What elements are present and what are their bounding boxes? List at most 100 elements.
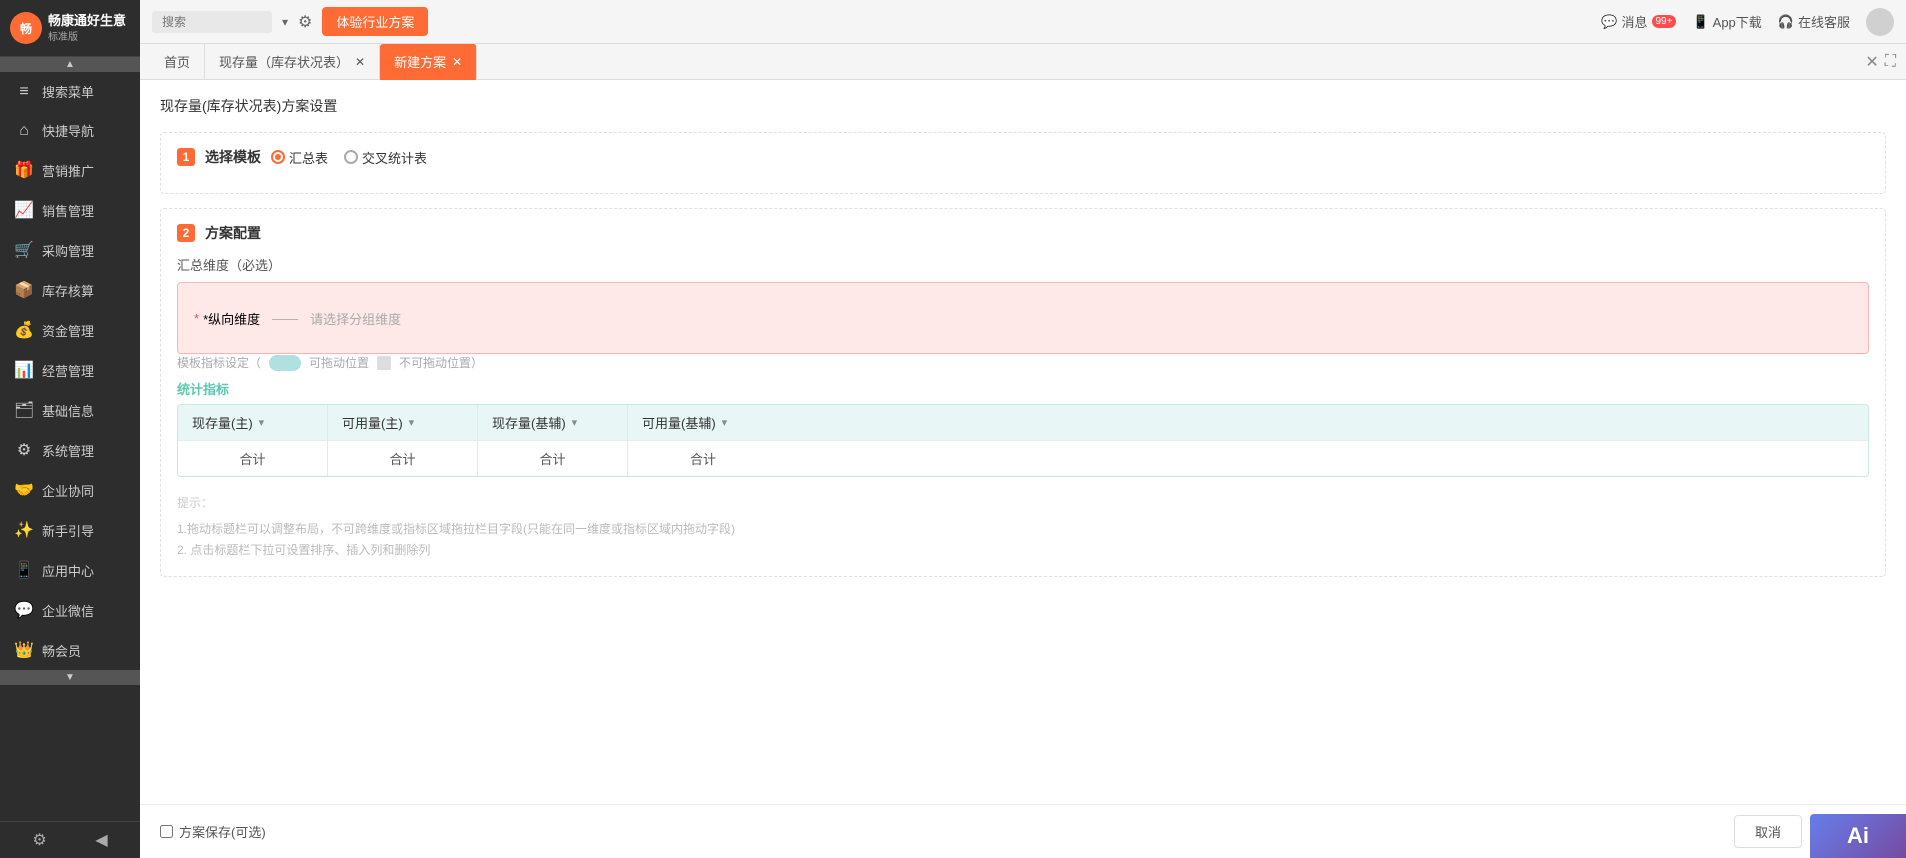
indicator-settings: 模板指标设定（ 可拖动位置 不可拖动位置） [177,354,1869,371]
sidebar-item-system[interactable]: ⚙ 系统管理 [0,430,140,470]
dropdown-button[interactable]: ▾ [282,15,288,29]
settings-button[interactable]: ⚙ [32,830,46,850]
sidebar-item-label: 基础信息 [42,401,94,420]
save-checkbox-input[interactable] [160,825,173,838]
radio-cross-dot [344,150,358,164]
tab-new-scheme[interactable]: 新建方案 ✕ [380,44,477,80]
sidebar-item-quick-nav[interactable]: ⌂ 快捷导航 [0,111,140,150]
sidebar-item-sales[interactable]: 📈 销售管理 [0,190,140,230]
sidebar-item-new-guide[interactable]: ✨ 新手引导 [0,510,140,550]
base-info-icon: 🗂 [14,400,34,420]
sidebar-item-members[interactable]: 👑 畅会员 [0,630,140,670]
dimension-box[interactable]: * *纵向维度 —— 请选择分组维度 [177,282,1869,354]
inventory-icon: 📦 [14,280,34,300]
step1-badge: 1 [177,148,195,166]
col-0-dropdown[interactable]: ▾ [259,416,265,429]
app-download-item[interactable]: 📱 App下载 [1692,12,1761,31]
sidebar-item-purchase[interactable]: 🛒 采购管理 [0,230,140,270]
collapse-button[interactable]: ◀ [95,830,107,850]
sidebar-item-cooperation[interactable]: 🤝 企业协同 [0,470,140,510]
topbar: ▾ ⚙ 体验行业方案 💬 消息 99+ 📱 App下载 🎧 在线客服 [140,0,1906,44]
tab-new-scheme-close[interactable]: ✕ [452,56,462,68]
vertical-dim-label: *纵向维度 [203,309,260,328]
col-1-label: 可用量(主) [342,413,403,432]
save-checkbox[interactable]: 方案保存(可选) [160,822,266,841]
sidebar-item-label: 库存核算 [42,281,94,300]
tab-inventory-label: 现存量（库存状况表） [219,52,349,71]
col-1-dropdown[interactable]: ▾ [409,416,415,429]
sidebar-item-label: 搜索菜单 [42,82,94,101]
app-download-label: App下载 [1713,12,1762,31]
logo-subtitle: 标准版 [48,28,126,43]
messages-label: 消息 [1621,12,1647,31]
stats-header-row: 现存量(主) ▾ 可用量(主) ▾ 现存量(基辅) ▾ 可用量(基辅) [178,405,1868,440]
required-mark: * [194,311,199,326]
radio-cross[interactable]: 交叉统计表 [344,148,427,167]
ai-badge[interactable]: Ai [1810,814,1906,858]
sidebar-item-label: 资金管理 [42,321,94,340]
radio-cross-label: 交叉统计表 [362,148,427,167]
col-2-dropdown[interactable]: ▾ [572,416,578,429]
system-icon: ⚙ [14,440,34,460]
gear-button[interactable]: ⚙ [298,12,312,32]
sidebar-item-base-info[interactable]: 🗂 基础信息 [0,390,140,430]
page-title: 现存量(库存状况表)方案设置 [160,96,1886,116]
sidebar-item-inventory[interactable]: 📦 库存核算 [0,270,140,310]
col-0-label: 现存量(主) [192,413,253,432]
stats-col-3[interactable]: 可用量(基辅) ▾ [628,405,778,440]
stats-col-0[interactable]: 现存量(主) ▾ [178,405,328,440]
trial-button[interactable]: 体验行业方案 [322,7,428,36]
stats-col-2[interactable]: 现存量(基辅) ▾ [478,405,628,440]
tab-home[interactable]: 首页 [150,44,205,80]
tips-box: 提示： 1.拖动标题栏可以调整布局，不可跨维度或指标区域拖拉栏目字段(只能在同一… [177,493,1869,562]
dimension-label: 汇总维度（必选） [177,255,1869,274]
step1-header: 1 选择模板 汇总表 交叉统计表 [177,147,1869,167]
marketing-icon: 🎁 [14,160,34,180]
sidebar-item-label: 企业协同 [42,481,94,500]
sidebar-item-label: 畅会员 [42,641,81,660]
sidebar-item-label: 企业微信 [42,601,94,620]
tab-inventory-status[interactable]: 现存量（库存状况表） ✕ [205,44,380,80]
tab-home-label: 首页 [164,52,190,71]
sidebar-scroll-down[interactable]: ▼ [0,670,140,685]
sidebar-scroll-up[interactable]: ▲ [0,57,140,72]
stats-col-1[interactable]: 可用量(主) ▾ [328,405,478,440]
avatar[interactable] [1866,8,1894,36]
wechat-icon: 💬 [14,600,34,620]
sidebar-item-label: 销售管理 [42,201,94,220]
page-footer: 方案保存(可选) 取消 查询 [140,804,1906,858]
radio-summary-label: 汇总表 [289,148,328,167]
stats-total-1: 合计 [328,441,478,476]
online-service-label: 在线客服 [1798,12,1850,31]
sidebar-item-label: 快捷导航 [42,121,94,140]
cancel-button[interactable]: 取消 [1734,815,1802,848]
radio-summary[interactable]: 汇总表 [271,148,328,167]
tab-inventory-close[interactable]: ✕ [355,56,365,68]
search-menu-icon: ≡ [14,83,34,101]
stats-body-row: 合计 合计 合计 合计 [178,440,1868,476]
sidebar-item-search-menu[interactable]: ≡ 搜索菜单 [0,72,140,111]
messages-item[interactable]: 💬 消息 99+ [1601,12,1676,31]
dimension-placeholder: 请选择分组维度 [310,309,401,328]
purchase-icon: 🛒 [14,240,34,260]
close-tab-btn[interactable]: ✕ [1865,52,1878,72]
col-3-dropdown[interactable]: ▾ [722,416,728,429]
step2-header: 2 方案配置 [177,223,1869,243]
sidebar-logo: 畅 畅康通好生意 标准版 [0,0,140,57]
stats-table: 现存量(主) ▾ 可用量(主) ▾ 现存量(基辅) ▾ 可用量(基辅) [177,404,1869,477]
sales-icon: 📈 [14,200,34,220]
dimension-arrow: —— [272,311,298,326]
online-service-item[interactable]: 🎧 在线客服 [1778,12,1850,31]
quick-nav-icon: ⌂ [14,122,34,140]
logo-title: 畅康通好生意 [48,13,126,29]
sidebar-item-marketing[interactable]: 🎁 营销推广 [0,150,140,190]
step1-section: 1 选择模板 汇总表 交叉统计表 [160,132,1886,194]
maximize-btn[interactable]: ⛶ [1885,53,1896,71]
stats-total-0: 合计 [178,441,328,476]
sidebar-item-app-center[interactable]: 📱 应用中心 [0,550,140,590]
sidebar-item-wechat[interactable]: 💬 企业微信 [0,590,140,630]
sidebar-item-operation[interactable]: 📊 经营管理 [0,350,140,390]
search-input[interactable] [152,11,272,33]
stats-total-3: 合计 [628,441,778,476]
sidebar-item-finance[interactable]: 💰 资金管理 [0,310,140,350]
